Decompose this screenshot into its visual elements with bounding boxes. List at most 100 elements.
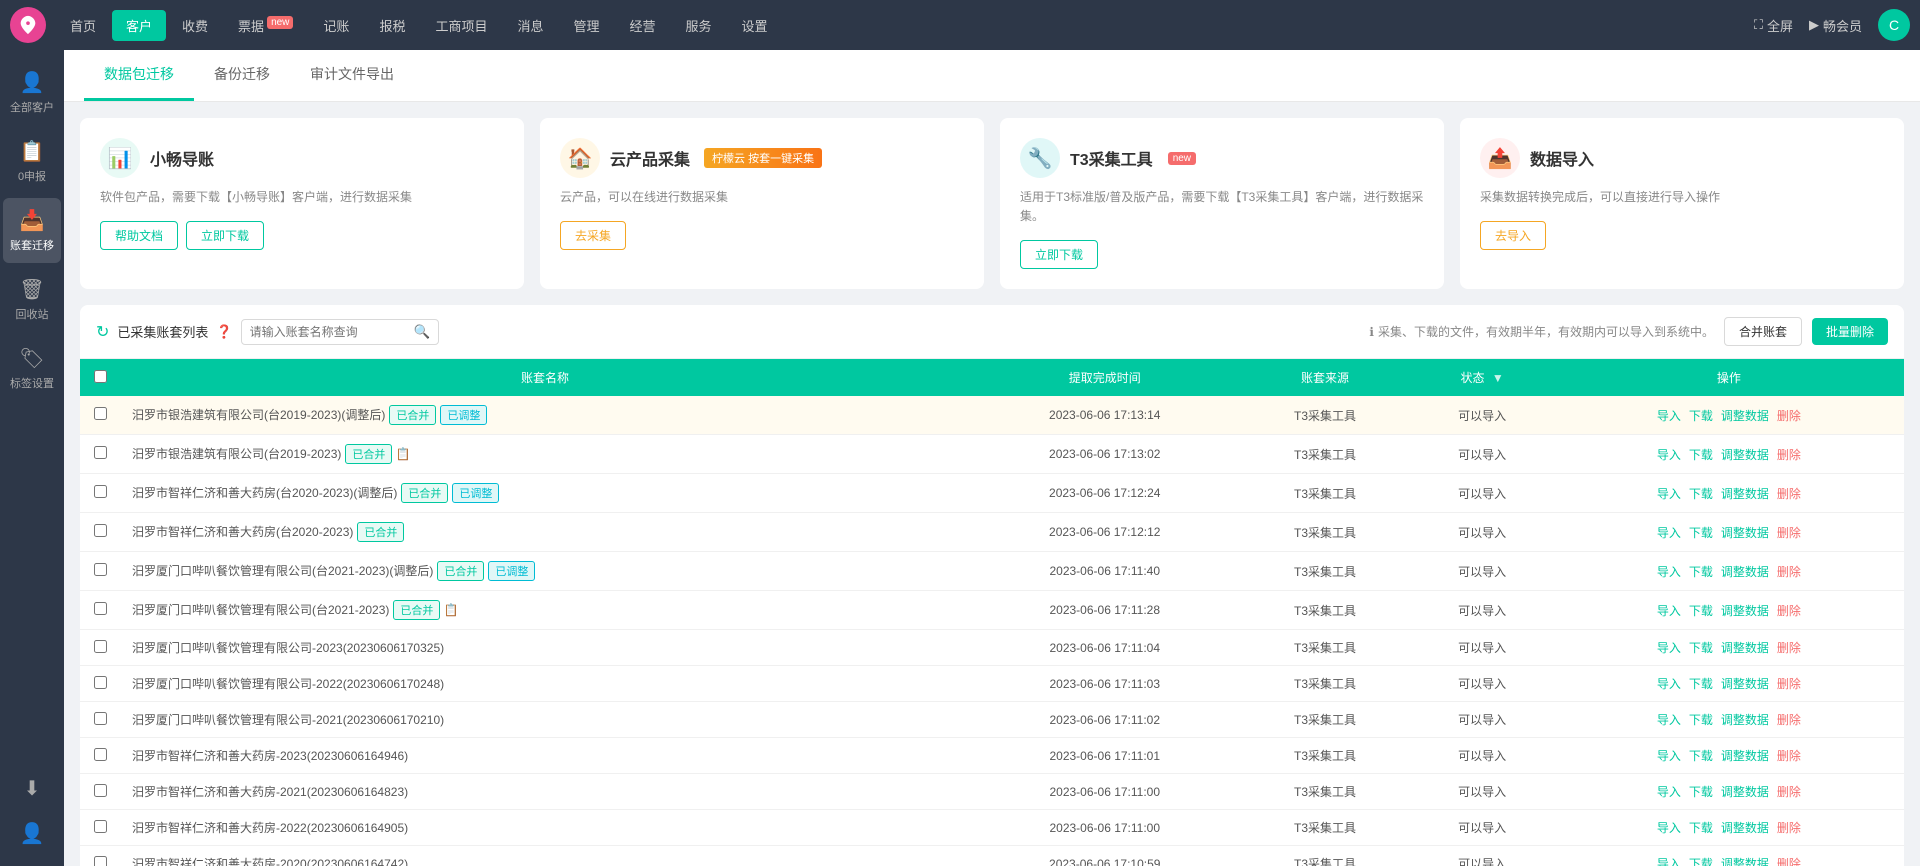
action-导入[interactable]: 导入 xyxy=(1657,409,1681,423)
action-下载[interactable]: 下载 xyxy=(1689,526,1713,540)
action-下载[interactable]: 下载 xyxy=(1689,857,1713,866)
action-删除[interactable]: 删除 xyxy=(1777,857,1801,866)
action-删除[interactable]: 删除 xyxy=(1777,448,1801,462)
download-now-button[interactable]: 立即下载 xyxy=(186,221,264,250)
tab-audit-export[interactable]: 审计文件导出 xyxy=(290,50,414,101)
action-导入[interactable]: 导入 xyxy=(1657,526,1681,540)
nav-bookkeeping[interactable]: 记账 xyxy=(309,10,363,41)
copy-icon[interactable]: 📋 xyxy=(396,447,411,461)
action-导入[interactable]: 导入 xyxy=(1657,487,1681,501)
search-input[interactable] xyxy=(250,325,410,339)
action-调整数据[interactable]: 调整数据 xyxy=(1721,448,1769,462)
sidebar-item-account-setting[interactable]: 👤 xyxy=(3,811,61,856)
action-导入[interactable]: 导入 xyxy=(1657,641,1681,655)
action-删除[interactable]: 删除 xyxy=(1777,487,1801,501)
nav-invoice[interactable]: 票据new xyxy=(224,10,307,41)
action-删除[interactable]: 删除 xyxy=(1777,749,1801,763)
action-导入[interactable]: 导入 xyxy=(1657,448,1681,462)
nav-message[interactable]: 消息 xyxy=(503,10,557,41)
action-删除[interactable]: 删除 xyxy=(1777,526,1801,540)
action-导入[interactable]: 导入 xyxy=(1657,713,1681,727)
nav-fee[interactable]: 收费 xyxy=(168,10,222,41)
row-checkbox[interactable] xyxy=(94,563,107,576)
fullscreen-btn[interactable]: ⛶ 全屏 xyxy=(1754,16,1793,35)
row-checkbox[interactable] xyxy=(94,524,107,537)
nav-home[interactable]: 首页 xyxy=(56,10,110,41)
action-删除[interactable]: 删除 xyxy=(1777,713,1801,727)
tab-data-package[interactable]: 数据包迁移 xyxy=(84,50,194,101)
action-下载[interactable]: 下载 xyxy=(1689,565,1713,579)
action-调整数据[interactable]: 调整数据 xyxy=(1721,565,1769,579)
action-调整数据[interactable]: 调整数据 xyxy=(1721,749,1769,763)
nav-manage[interactable]: 管理 xyxy=(559,10,613,41)
sidebar-item-account-migration[interactable]: 📥 账套迁移 xyxy=(3,198,61,263)
nav-setting[interactable]: 设置 xyxy=(728,10,782,41)
action-导入[interactable]: 导入 xyxy=(1657,565,1681,579)
row-checkbox[interactable] xyxy=(94,784,107,797)
action-删除[interactable]: 删除 xyxy=(1777,604,1801,618)
header-status[interactable]: 状态 ▼ xyxy=(1411,359,1554,396)
sidebar-item-all-clients[interactable]: 👤 全部客户 xyxy=(3,60,61,125)
row-checkbox[interactable] xyxy=(94,820,107,833)
action-删除[interactable]: 删除 xyxy=(1777,785,1801,799)
member-btn[interactable]: ▶ 畅会员 xyxy=(1809,16,1862,35)
action-导入[interactable]: 导入 xyxy=(1657,677,1681,691)
header-checkbox[interactable] xyxy=(80,359,120,396)
action-调整数据[interactable]: 调整数据 xyxy=(1721,604,1769,618)
go-collect-button[interactable]: 去采集 xyxy=(560,221,626,250)
action-删除[interactable]: 删除 xyxy=(1777,821,1801,835)
row-checkbox[interactable] xyxy=(94,446,107,459)
nav-business[interactable]: 工商项目 xyxy=(421,10,501,41)
row-checkbox[interactable] xyxy=(94,856,107,866)
action-调整数据[interactable]: 调整数据 xyxy=(1721,526,1769,540)
search-button[interactable]: 🔍 xyxy=(414,324,431,340)
sidebar-item-zero-report[interactable]: 📋 0申报 xyxy=(3,129,61,194)
help-icon[interactable]: ❓ xyxy=(216,324,232,340)
help-doc-button[interactable]: 帮助文档 xyxy=(100,221,178,250)
nav-service[interactable]: 服务 xyxy=(672,10,726,41)
action-删除[interactable]: 删除 xyxy=(1777,409,1801,423)
row-checkbox[interactable] xyxy=(94,676,107,689)
action-下载[interactable]: 下载 xyxy=(1689,409,1713,423)
action-调整数据[interactable]: 调整数据 xyxy=(1721,641,1769,655)
row-checkbox[interactable] xyxy=(94,602,107,615)
action-调整数据[interactable]: 调整数据 xyxy=(1721,677,1769,691)
action-删除[interactable]: 删除 xyxy=(1777,641,1801,655)
action-下载[interactable]: 下载 xyxy=(1689,487,1713,501)
user-avatar[interactable]: C xyxy=(1878,9,1910,41)
sidebar-item-recycle[interactable]: 🗑 回收站 xyxy=(3,267,61,332)
nav-operation[interactable]: 经营 xyxy=(616,10,670,41)
row-checkbox[interactable] xyxy=(94,748,107,761)
action-调整数据[interactable]: 调整数据 xyxy=(1721,409,1769,423)
action-删除[interactable]: 删除 xyxy=(1777,677,1801,691)
row-checkbox[interactable] xyxy=(94,485,107,498)
nav-customer[interactable]: 客户 xyxy=(112,10,166,41)
sidebar-item-tag-setting[interactable]: 🏷 标签设置 xyxy=(3,336,61,401)
action-导入[interactable]: 导入 xyxy=(1657,604,1681,618)
action-调整数据[interactable]: 调整数据 xyxy=(1721,713,1769,727)
action-下载[interactable]: 下载 xyxy=(1689,785,1713,799)
action-下载[interactable]: 下载 xyxy=(1689,448,1713,462)
nav-tax[interactable]: 报税 xyxy=(365,10,419,41)
action-下载[interactable]: 下载 xyxy=(1689,604,1713,618)
row-checkbox[interactable] xyxy=(94,407,107,420)
tab-backup[interactable]: 备份迁移 xyxy=(194,50,290,101)
refresh-icon[interactable]: ↻ xyxy=(96,322,109,342)
action-调整数据[interactable]: 调整数据 xyxy=(1721,857,1769,866)
sidebar-item-download[interactable]: ⬇ xyxy=(3,766,61,811)
row-checkbox[interactable] xyxy=(94,640,107,653)
action-导入[interactable]: 导入 xyxy=(1657,821,1681,835)
action-下载[interactable]: 下载 xyxy=(1689,641,1713,655)
action-下载[interactable]: 下载 xyxy=(1689,749,1713,763)
action-调整数据[interactable]: 调整数据 xyxy=(1721,821,1769,835)
copy-icon[interactable]: 📋 xyxy=(444,603,459,617)
action-调整数据[interactable]: 调整数据 xyxy=(1721,785,1769,799)
action-调整数据[interactable]: 调整数据 xyxy=(1721,487,1769,501)
action-导入[interactable]: 导入 xyxy=(1657,857,1681,866)
select-all-checkbox[interactable] xyxy=(94,370,107,383)
action-导入[interactable]: 导入 xyxy=(1657,785,1681,799)
batch-delete-button[interactable]: 批量删除 xyxy=(1812,318,1888,345)
row-checkbox[interactable] xyxy=(94,712,107,725)
merge-accounts-button[interactable]: 合并账套 xyxy=(1724,317,1802,346)
action-删除[interactable]: 删除 xyxy=(1777,565,1801,579)
